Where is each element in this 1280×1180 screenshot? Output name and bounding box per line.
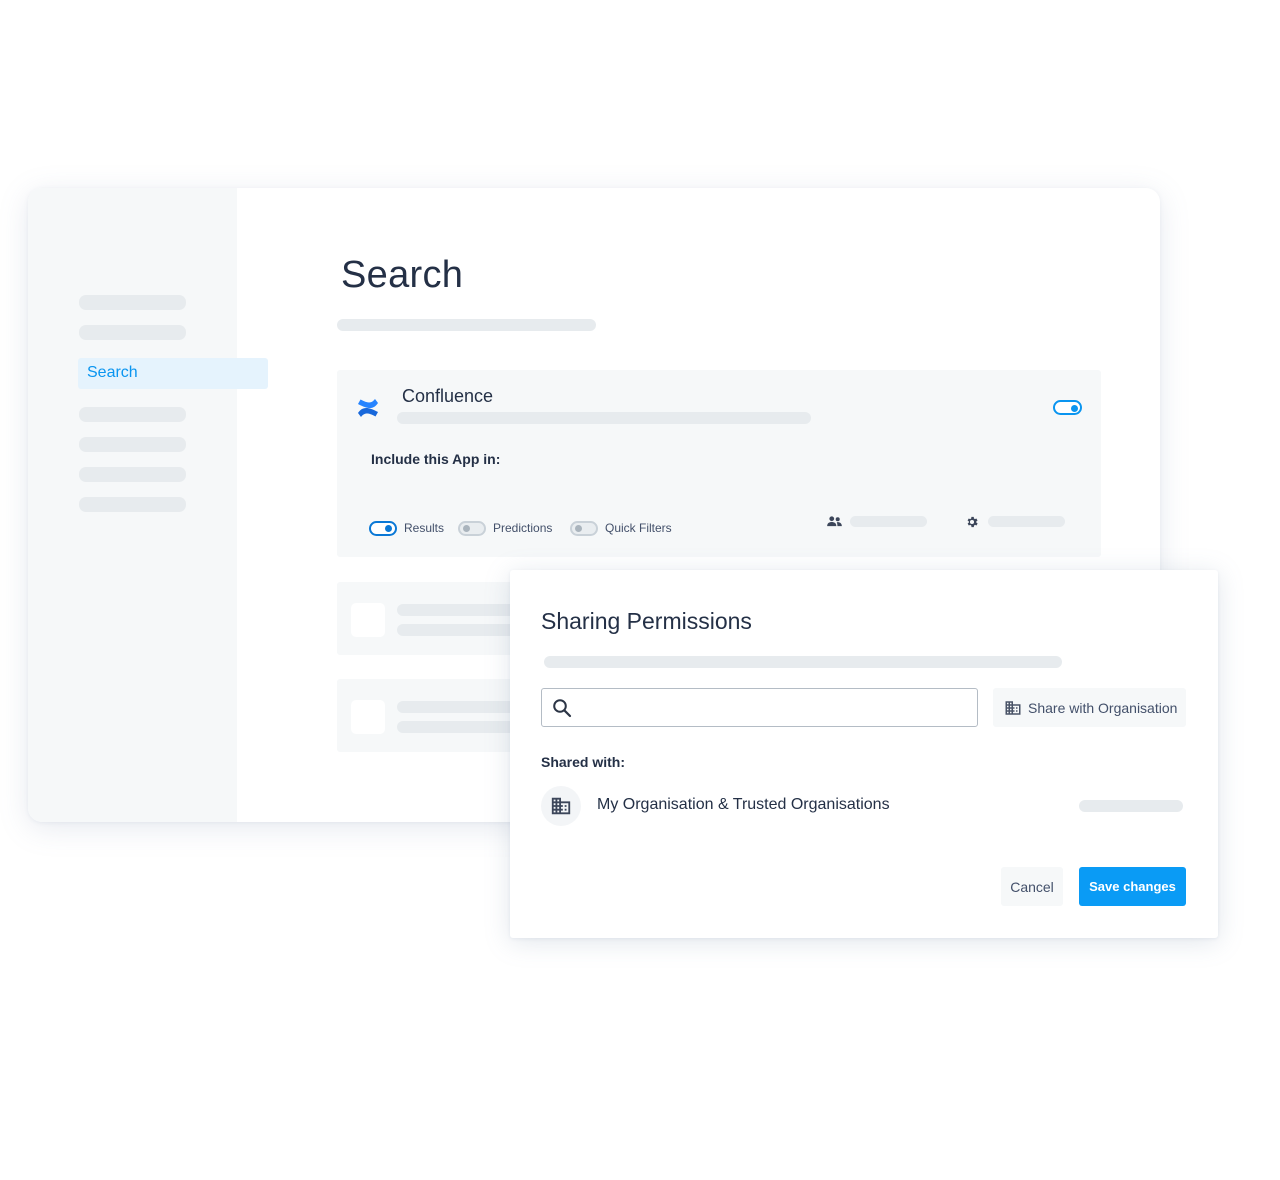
share-with-organisation-label: Share with Organisation — [1028, 699, 1178, 716]
sidebar-item-placeholder — [79, 497, 186, 512]
app-description-placeholder — [397, 412, 811, 424]
sidebar-item-placeholder — [79, 407, 186, 422]
sidebar-item-placeholder — [79, 437, 186, 452]
shared-with-label: Shared with: — [541, 754, 626, 770]
results-toggle-item[interactable]: Results — [369, 520, 444, 536]
search-input[interactable] — [582, 689, 966, 728]
sidebar-item-label: Search — [87, 364, 138, 381]
page-title: Search — [341, 254, 464, 296]
confluence-logo-icon — [358, 399, 378, 417]
sidebar-item-placeholder — [79, 467, 186, 482]
include-label: Include this App in: — [371, 451, 501, 467]
permission-level-placeholder — [1079, 800, 1183, 812]
app-card: Confluence Include this App in: Results … — [337, 370, 1101, 557]
dialog-title: Sharing Permissions — [541, 608, 752, 634]
predictions-toggle-item[interactable]: Predictions — [458, 520, 552, 536]
gear-icon — [967, 516, 978, 528]
search-icon — [553, 699, 572, 718]
cancel-button[interactable]: Cancel — [1001, 867, 1063, 906]
page-subtitle-placeholder — [337, 319, 596, 331]
quick-filters-toggle[interactable] — [570, 520, 598, 536]
app-enabled-toggle[interactable] — [1053, 400, 1082, 415]
sidebar-item-placeholder — [79, 325, 186, 340]
app-icon-placeholder — [351, 700, 385, 734]
sidebar-item-search[interactable]: Search — [78, 358, 268, 389]
app-name: Confluence — [402, 386, 494, 406]
sidebar-item-placeholder — [79, 295, 186, 310]
users-icon — [827, 516, 842, 527]
shared-entry-name: My Organisation & Trusted Organisations — [597, 796, 890, 813]
save-changes-button[interactable]: Save changes — [1079, 867, 1186, 906]
share-with-organisation-button[interactable]: Share with Organisation — [993, 688, 1186, 727]
building-icon — [1005, 700, 1021, 715]
toggle-label: Predictions — [493, 521, 553, 535]
search-field[interactable] — [541, 688, 978, 728]
results-toggle[interactable] — [369, 520, 397, 536]
settings-placeholder — [988, 516, 1065, 527]
sharing-permissions-dialog: Sharing Permissions Share with Organisat… — [510, 570, 1218, 938]
building-icon — [551, 797, 571, 815]
app-icon-placeholder — [351, 603, 385, 637]
organisation-avatar — [541, 786, 581, 826]
toggle-label: Results — [404, 521, 445, 535]
predictions-toggle[interactable] — [458, 520, 486, 536]
toggle-label: Quick Filters — [605, 521, 672, 535]
sidebar — [28, 188, 237, 822]
quick-filters-toggle-item[interactable]: Quick Filters — [570, 520, 672, 536]
users-placeholder — [850, 516, 927, 527]
dialog-description-placeholder — [544, 656, 1062, 668]
